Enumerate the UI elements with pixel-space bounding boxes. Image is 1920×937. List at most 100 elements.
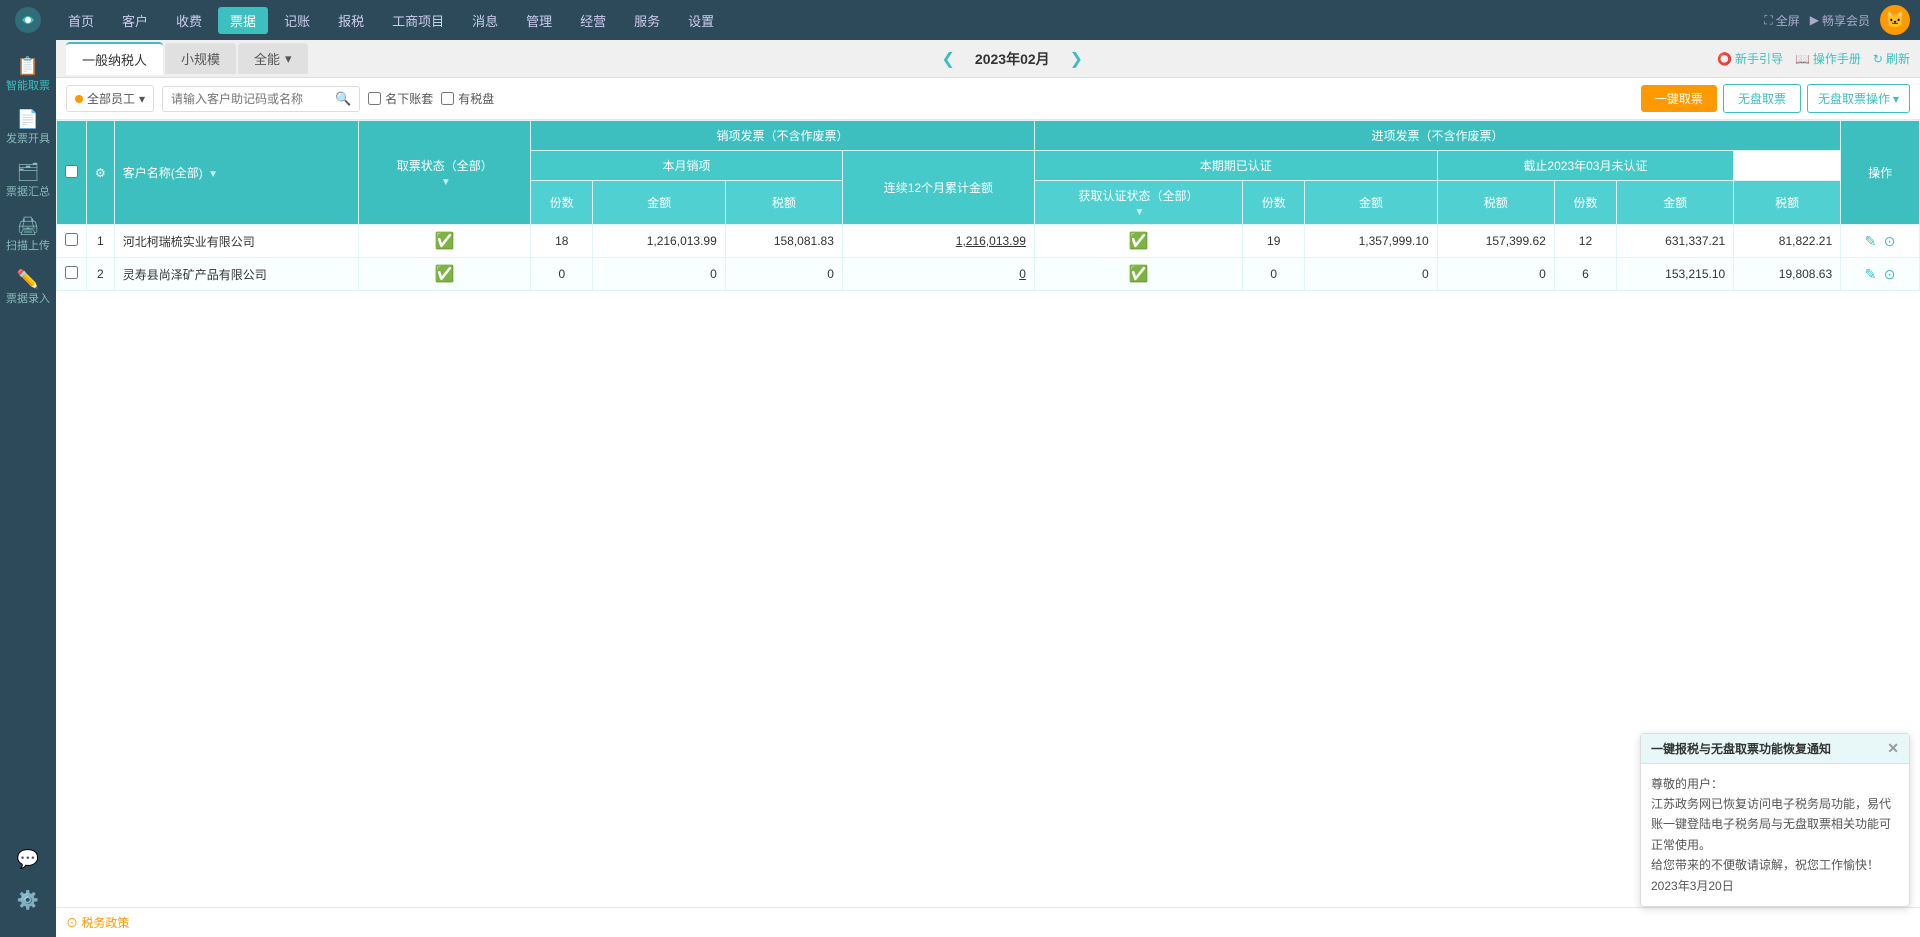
checkbox-taxdisk-input[interactable] [441,92,454,105]
search-box: 🔍 [162,86,360,112]
checkbox-taxdisk[interactable]: 有税盘 [441,90,494,107]
row2-s-count: 0 [531,258,593,291]
nav-fee[interactable]: 收费 [164,7,214,34]
checkbox-taxdisk-label: 有税盘 [458,90,494,107]
row1-edit-icon[interactable]: ✎ [1865,233,1877,249]
row2-check[interactable] [65,266,78,279]
prev-month-button[interactable]: ❮ [942,49,955,69]
main-table: ⚙ 客户名称(全部) ▼ 取票状态（全部） ▼ 销项发票（不含作废票） 进项发票… [56,120,1920,291]
sidebar-label-smart-ticket: 智能取票 [6,80,50,93]
nav-operations[interactable]: 经营 [568,7,618,34]
employee-filter[interactable]: 全部员工 ▾ [66,85,154,112]
sidebar-label-scan-upload: 扫描上传 [6,240,50,253]
sidebar-item-scan-upload[interactable]: 🖨 扫描上传 [3,210,53,259]
user-avatar[interactable]: 🐱 [1880,5,1910,35]
sidebar-item-summary[interactable]: 🗂 票据汇总 [3,156,53,205]
nav-invoice[interactable]: 票据 [218,7,268,34]
nav-service[interactable]: 服务 [622,7,672,34]
row2-edit-icon[interactable]: ✎ [1865,266,1877,282]
row1-cumulative[interactable]: 1,216,013.99 [842,225,1034,258]
invoice-open-icon: 📄 [17,109,39,130]
smart-ticket-icon: 📋 [17,56,39,77]
th-p-amount: 金额 [1305,181,1437,225]
nav-settings[interactable]: 设置 [676,7,726,34]
nav-message[interactable]: 消息 [460,7,510,34]
row1-s-amount: 1,216,013.99 [593,225,725,258]
row2-checkbox [57,258,87,291]
tax-policy-link[interactable]: ⊙ 税务政策 [66,914,129,931]
tab-all[interactable]: 全能 ▾ [238,43,308,74]
th-purchase-group: 进项发票（不含作废票） [1034,121,1840,151]
row1-view-icon[interactable]: ⊙ [1884,233,1896,249]
checkbox-account[interactable]: 名下账套 [368,90,433,107]
th-u-amount: 金额 [1617,181,1734,225]
row1-customer: 河北柯瑞梳实业有限公司 [114,225,359,258]
row2-u-tax: 19,808.63 [1734,258,1841,291]
bottom-bar: ⊙ 税务政策 [56,907,1920,937]
table-row: 2 灵寿县尚泽矿产品有限公司 ✅ 0 0 0 0 ✅ 0 0 0 6 153,2… [57,258,1920,291]
cancel-sort-icon: ▼ [441,177,451,188]
one-click-ticket-button[interactable]: 一键取票 [1641,85,1717,112]
filter-indicator [75,95,83,103]
sidebar-item-invoice-open[interactable]: 📄 发票开具 [3,103,53,152]
table-body: 1 河北柯瑞梳实业有限公司 ✅ 18 1,216,013.99 158,081.… [57,225,1920,291]
nav-manage[interactable]: 管理 [514,7,564,34]
row1-cancel-status: ✅ [359,225,531,258]
row2-cumulative[interactable]: 0 [842,258,1034,291]
nav-customer[interactable]: 客户 [110,7,160,34]
employee-filter-label: 全部员工 [87,90,135,107]
checkbox-account-label: 名下账套 [385,90,433,107]
th-uncertified: 截止2023年03月未认证 [1437,151,1734,181]
search-input[interactable] [171,92,331,106]
row1-check[interactable] [65,233,78,246]
th-s-count: 份数 [531,181,593,225]
checkbox-account-input[interactable] [368,92,381,105]
main-layout: 📋 智能取票 📄 发票开具 🗂 票据汇总 🖨 扫描上传 ✏️ 票据录入 💬 ⚙️ [0,40,1920,937]
th-u-tax: 税额 [1734,181,1841,225]
manual-button[interactable]: 📖 操作手册 [1795,50,1861,67]
search-icon[interactable]: 🔍 [335,91,351,107]
notification-header: 一键报税与无盘取票功能恢复通知 ✕ [1641,734,1909,764]
row2-customer: 灵寿县尚泽矿产品有限公司 [114,258,359,291]
row2-p-tax: 0 [1437,258,1554,291]
row1-checkbox [57,225,87,258]
th-cert-status: 获取认证状态（全部） ▼ [1034,181,1242,225]
row2-view-icon[interactable]: ⊙ [1884,266,1896,282]
nav-items: 首页 客户 收费 票据 记账 报税 工商项目 消息 管理 经营 服务 设置 [56,7,1764,34]
th-s-amount: 金额 [593,181,725,225]
th-certified: 本期期已认证 [1034,151,1437,181]
row1-p-tax: 157,399.62 [1437,225,1554,258]
vip-button[interactable]: ▶ 畅享会员 [1810,12,1870,29]
notification-line-3: 给您带来的不便敬请谅解，祝您工作愉快！ [1651,855,1899,875]
refresh-button[interactable]: ↻ 刷新 [1873,50,1910,67]
sidebar-item-entry[interactable]: ✏️ 票据录入 [3,263,53,312]
nav-tax[interactable]: 报税 [326,7,376,34]
next-month-button[interactable]: ❯ [1070,49,1083,69]
row2-cancel-status: ✅ [359,258,531,291]
th-cumulative: 连续12个月累计金额 [842,151,1034,225]
nav-home[interactable]: 首页 [56,7,106,34]
sidebar-label-invoice-open: 发票开具 [6,133,50,146]
row1-u-amount: 631,337.21 [1617,225,1734,258]
top-nav: 首页 客户 收费 票据 记账 报税 工商项目 消息 管理 经营 服务 设置 ⛶ … [0,0,1920,40]
row2-actions: ✎ ⊙ [1841,258,1920,291]
sidebar-item-chat[interactable]: 💬 [3,843,53,876]
sidebar-label-entry: 票据录入 [6,293,50,306]
cert-status-icon: ✅ [1129,233,1149,250]
tab-small-scale[interactable]: 小规模 [165,43,236,74]
tab-general-taxpayer[interactable]: 一般纳税人 [66,42,163,75]
fullscreen-button[interactable]: ⛶ 全屏 [1764,12,1799,29]
no-disk-ticket-button[interactable]: 无盘取票 [1723,84,1801,113]
select-all-checkbox[interactable] [65,165,78,178]
nav-bookkeeping[interactable]: 记账 [272,7,322,34]
no-disk-ops-arrow: ▾ [1893,92,1899,106]
no-disk-ops-button[interactable]: 无盘取票操作 ▾ [1807,84,1910,113]
th-s-tax: 税额 [725,181,842,225]
sidebar-item-settings[interactable]: ⚙️ [3,884,53,917]
new-guide-button[interactable]: ⭕ 新手引导 [1717,50,1783,67]
row2-p-count: 0 [1243,258,1305,291]
nav-business[interactable]: 工商项目 [380,7,456,34]
tab-bar-actions: ⭕ 新手引导 📖 操作手册 ↻ 刷新 [1717,50,1910,67]
notification-close-button[interactable]: ✕ [1887,740,1899,757]
sidebar-item-smart-ticket[interactable]: 📋 智能取票 [3,50,53,99]
